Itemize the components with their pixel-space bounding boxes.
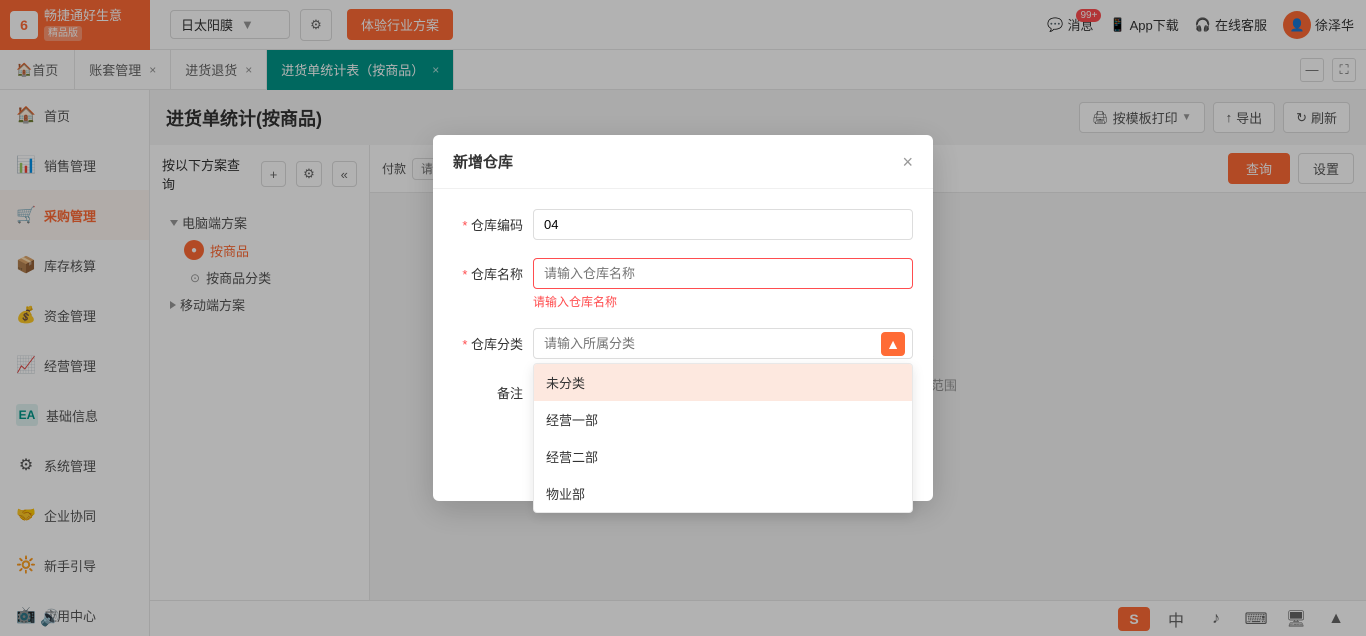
dropdown-item-3[interactable]: 物业部 [534,475,912,512]
code-label: 仓库编码 [453,209,533,234]
modal-header: 新增仓库 × [433,135,933,189]
modal-title: 新增仓库 [453,151,513,172]
modal-close-button[interactable]: × [902,153,913,171]
dropdown-item-2[interactable]: 经营二部 [534,438,912,475]
dropdown-item-1[interactable]: 经营一部 [534,401,912,438]
name-label: 仓库名称 [453,258,533,283]
name-field: 请输入仓库名称 [533,258,913,310]
form-row-name: 仓库名称 请输入仓库名称 [453,258,913,310]
category-toggle-button[interactable]: ▲ [881,332,905,356]
category-input-wrap: ▲ [533,328,913,359]
dropdown-item-0[interactable]: 未分类 [534,364,912,401]
category-dropdown: 未分类 经营一部 经营二部 物业部 [533,363,913,513]
category-input[interactable] [533,328,913,359]
form-row-category: 仓库分类 ▲ 未分类 经营一部 经营二部 物业部 [453,328,913,359]
form-row-code: 仓库编码 [453,209,913,240]
name-error-tip: 请输入仓库名称 [533,293,913,310]
category-label: 仓库分类 [453,328,533,353]
modal-body: 仓库编码 仓库名称 请输入仓库名称 仓库分类 ▲ [433,189,933,436]
modal-overlay: 新增仓库 × 仓库编码 仓库名称 请输入仓库名称 仓库分类 [0,0,1366,636]
name-input[interactable] [533,258,913,289]
remark-label: 备注 [453,377,533,402]
code-input[interactable] [533,209,913,240]
code-field [533,209,913,240]
modal-add-warehouse: 新增仓库 × 仓库编码 仓库名称 请输入仓库名称 仓库分类 [433,135,933,501]
category-field: ▲ 未分类 经营一部 经营二部 物业部 [533,328,913,359]
